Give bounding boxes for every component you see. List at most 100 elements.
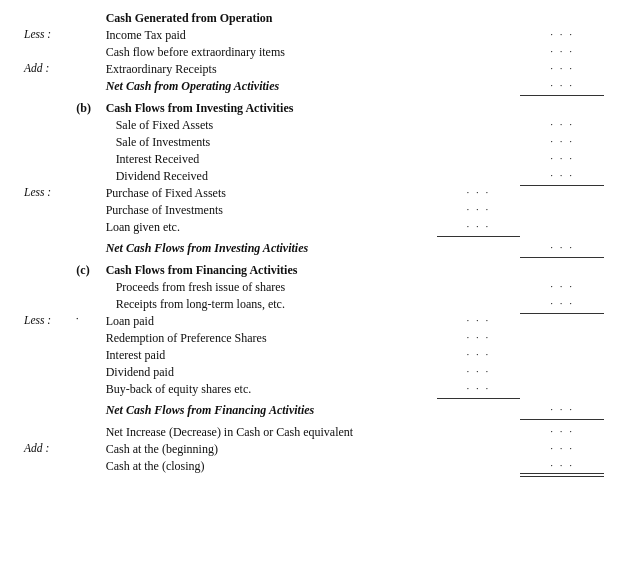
amt1-cell: · · · <box>437 330 521 347</box>
letter-cell <box>72 219 101 236</box>
amt2-cell <box>520 381 604 398</box>
amt2-cell: · · · <box>520 44 604 61</box>
amt2-cell <box>520 10 604 27</box>
letter-cell <box>72 185 101 202</box>
desc-cell: Dividend paid <box>102 364 437 381</box>
table-row: Loan given etc. · · · <box>20 219 604 236</box>
amt1-cell <box>437 168 521 185</box>
amt2-cell: · · · <box>520 61 604 78</box>
label-cell <box>20 424 72 441</box>
amt1-cell <box>437 10 521 27</box>
amt2-cell <box>520 185 604 202</box>
letter-cell: (c) <box>72 262 101 279</box>
table-row: Sale of Fixed Assets · · · <box>20 117 604 134</box>
desc-cell: Proceeds from fresh issue of shares <box>102 279 437 296</box>
label-cell <box>20 78 72 95</box>
amt2-cell: · · · <box>520 296 604 313</box>
amt1-cell <box>437 279 521 296</box>
amt2-cell <box>520 202 604 219</box>
letter-cell <box>72 296 101 313</box>
amt2-cell <box>520 330 604 347</box>
label-cell <box>20 219 72 236</box>
table-row: Interest paid · · · <box>20 347 604 364</box>
label-cell <box>20 134 72 151</box>
amt2-cell <box>520 262 604 279</box>
label-cell <box>20 44 72 61</box>
letter-cell <box>72 347 101 364</box>
table-row: Buy-back of equity shares etc. · · · <box>20 381 604 398</box>
amt2-cell: · · · <box>520 424 604 441</box>
desc-cell: Cash at the (closing) <box>102 458 437 475</box>
amt1-cell: · · · <box>437 185 521 202</box>
table-row: Add : Extraordinary Receipts · · · <box>20 61 604 78</box>
table-row: Receipts from long-term loans, etc. · · … <box>20 296 604 313</box>
letter-cell <box>72 402 101 419</box>
letter-cell <box>72 10 101 27</box>
label-cell: Less : <box>20 27 72 44</box>
letter-cell <box>72 330 101 347</box>
amt1-cell: · · · <box>437 219 521 236</box>
letter-cell <box>72 151 101 168</box>
amt2-cell <box>520 313 604 330</box>
label-cell <box>20 202 72 219</box>
amt2-cell: · · · <box>520 151 604 168</box>
letter-cell <box>72 458 101 475</box>
table-row: Net Increase (Decrease) in Cash or Cash … <box>20 424 604 441</box>
amt1-cell <box>437 44 521 61</box>
letter-cell <box>72 78 101 95</box>
label-cell <box>20 347 72 364</box>
label-cell: Less : <box>20 185 72 202</box>
amt2-cell: · · · <box>520 78 604 95</box>
amt1-cell <box>437 61 521 78</box>
table-row: Redemption of Preference Shares · · · <box>20 330 604 347</box>
label-cell <box>20 330 72 347</box>
amt1-cell <box>437 262 521 279</box>
label-cell <box>20 381 72 398</box>
desc-cell: Cash at the (beginning) <box>102 441 437 458</box>
desc-cell: Purchase of Fixed Assets <box>102 185 437 202</box>
table-row: (c) Cash Flows from Financing Activities <box>20 262 604 279</box>
amt1-cell <box>437 296 521 313</box>
letter-cell <box>72 364 101 381</box>
amt1-cell <box>437 100 521 117</box>
amt2-cell: · · · <box>520 240 604 257</box>
cash-flow-statement: Cash Generated from Operation Less : Inc… <box>20 10 604 477</box>
desc-cell: Loan given etc. <box>102 219 437 236</box>
section-header: Cash Flows from Investing Activities <box>102 100 437 117</box>
label-cell <box>20 279 72 296</box>
table-row: (b) Cash Flows from Investing Activities <box>20 100 604 117</box>
letter-cell <box>72 381 101 398</box>
amt2-cell: · · · <box>520 27 604 44</box>
desc-cell: Redemption of Preference Shares <box>102 330 437 347</box>
letter-cell <box>72 424 101 441</box>
label-cell <box>20 117 72 134</box>
table-row: Dividend paid · · · <box>20 364 604 381</box>
desc-cell: Receipts from long-term loans, etc. <box>102 296 437 313</box>
amt1-cell <box>437 458 521 475</box>
table-row: Cash at the (closing) · · · <box>20 458 604 475</box>
amt1-cell: · · · <box>437 364 521 381</box>
amt1-cell <box>437 134 521 151</box>
table-row: Net Cash Flows from Financing Activities… <box>20 402 604 419</box>
amt1-cell: · · · <box>437 347 521 364</box>
letter-cell: (b) <box>72 100 101 117</box>
amt1-cell <box>437 402 521 419</box>
label-cell: Less : <box>20 313 72 330</box>
table-row: Sale of Investments · · · <box>20 134 604 151</box>
table-row: Net Cash Flows from Investing Activities… <box>20 240 604 257</box>
desc-cell: Net Cash Flows from Investing Activities <box>102 240 437 257</box>
letter-cell <box>72 61 101 78</box>
desc-cell: Sale of Investments <box>102 134 437 151</box>
amt1-cell: · · · <box>437 313 521 330</box>
amt1-cell <box>437 78 521 95</box>
table-row: Dividend Received · · · <box>20 168 604 185</box>
table-row: Less : · Loan paid · · · <box>20 313 604 330</box>
amt2-cell: · · · <box>520 279 604 296</box>
amt2-cell: · · · <box>520 458 604 475</box>
amt2-cell <box>520 347 604 364</box>
desc-cell: Dividend Received <box>102 168 437 185</box>
amt1-cell <box>437 27 521 44</box>
amt2-cell <box>520 364 604 381</box>
letter-cell: · <box>72 313 101 330</box>
desc-cell: Buy-back of equity shares etc. <box>102 381 437 398</box>
